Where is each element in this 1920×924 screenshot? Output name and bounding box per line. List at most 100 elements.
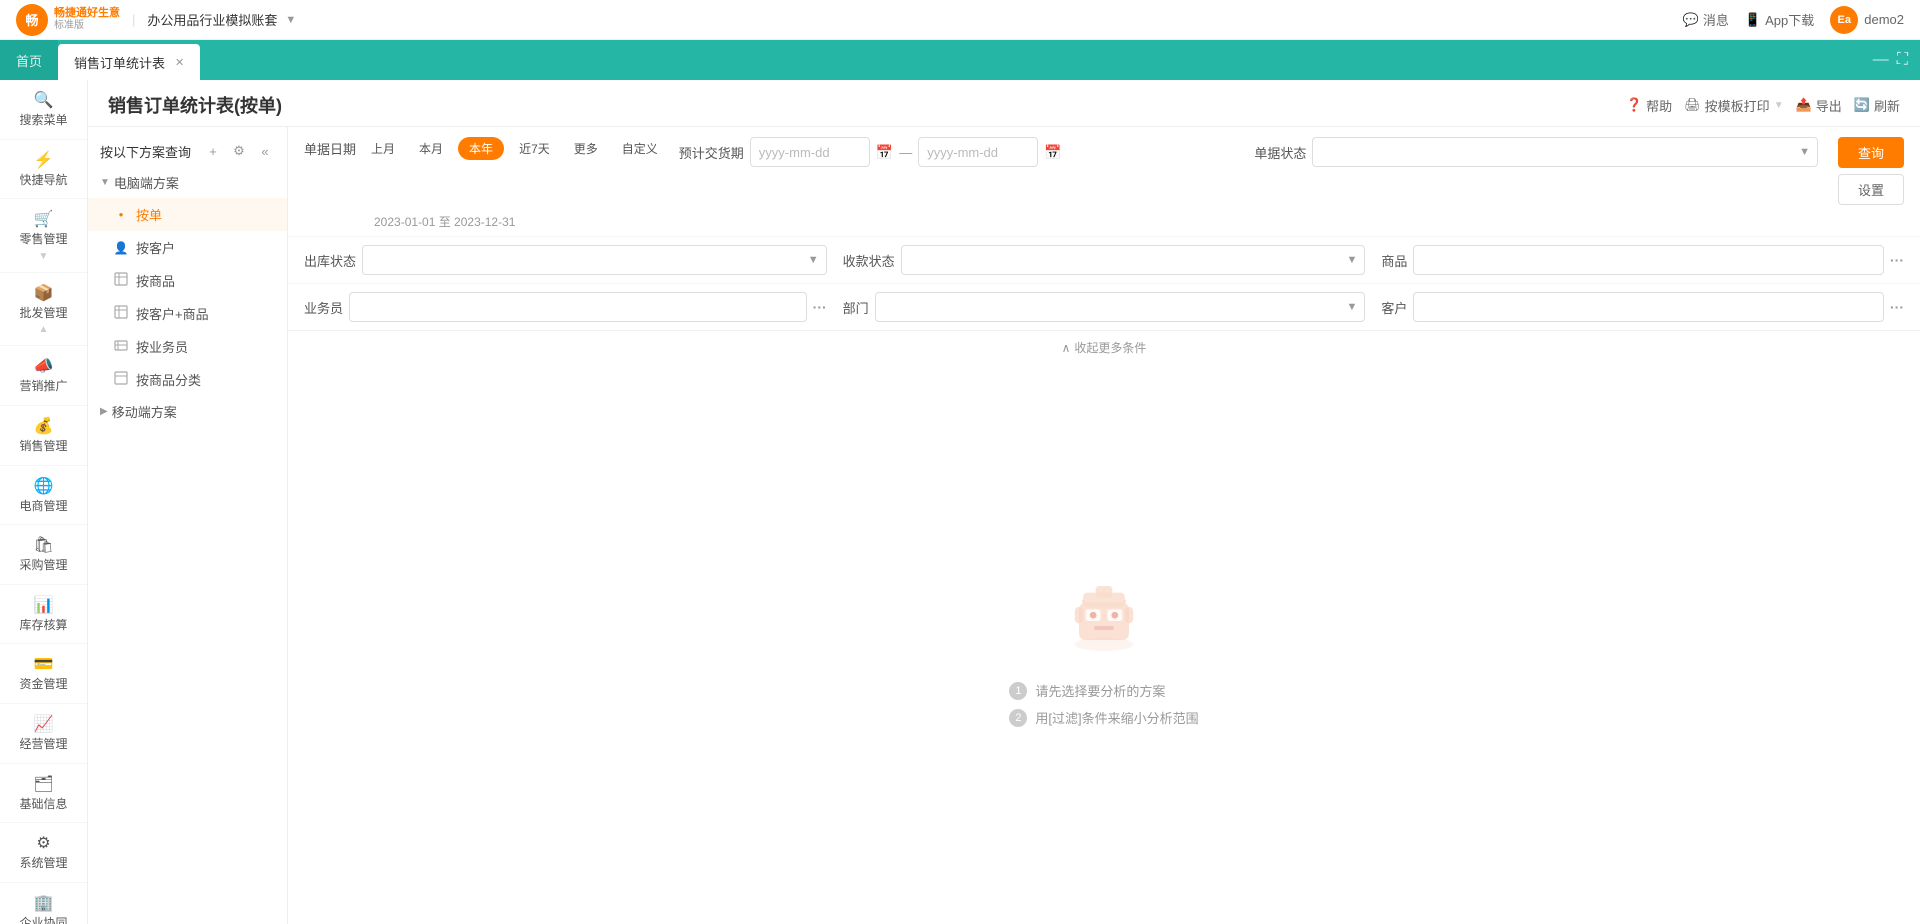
date-range-display: 2023-01-01 至 2023-12-31 <box>374 215 515 229</box>
scheme-add-btn[interactable]: + <box>203 141 223 161</box>
by-order-icon: ● <box>112 210 130 219</box>
wholesale-arrow-icon: ▲ <box>39 324 49 335</box>
sidebar-item-operations[interactable]: 📈 经营管理 <box>0 704 87 764</box>
tab-home[interactable]: 首页 <box>0 40 58 80</box>
by-category-icon <box>112 371 130 388</box>
this-year-btn[interactable]: 本年 <box>458 137 504 160</box>
calendar-icon-end[interactable]: 📅 <box>1044 144 1061 161</box>
last-month-btn[interactable]: 上月 <box>362 137 404 160</box>
print-btn[interactable]: 🖨 按模板打印 ▼ <box>1684 96 1783 115</box>
last7-btn[interactable]: 近7天 <box>510 137 559 160</box>
sidebar-item-basic[interactable]: 🗂 基础信息 <box>0 764 87 824</box>
settings-btn[interactable]: 设置 <box>1838 174 1904 205</box>
scheme-group-header-mobile[interactable]: ▶ 移动端方案 <box>88 396 287 427</box>
bill-status-label: 单据状态 <box>1254 143 1306 162</box>
topbar-dropdown-icon[interactable]: ▼ <box>285 14 296 26</box>
customer-input[interactable] <box>1413 292 1884 322</box>
sidebar-item-retail[interactable]: 🛒 零售管理 ▼ <box>0 199 87 273</box>
product-more-icon[interactable]: ··· <box>1890 252 1904 268</box>
message-icon: 💬 <box>1683 12 1699 28</box>
message-btn[interactable]: 💬 消息 <box>1683 10 1729 29</box>
help-icon: ❓ <box>1626 97 1642 113</box>
sidebar-quicknav-label: 快捷导航 <box>19 173 67 189</box>
export-icon: 📤 <box>1796 97 1812 113</box>
scheme-item-by-category[interactable]: 按商品分类 <box>88 363 287 396</box>
scheme-group-header-pc[interactable]: ▼ 电脑端方案 <box>88 167 287 198</box>
tip-num-2: 2 <box>1009 709 1027 727</box>
app-download-btn[interactable]: 📱 App下载 <box>1745 10 1814 29</box>
sidebar-item-quicknav[interactable]: ⚡ 快捷导航 <box>0 140 87 200</box>
logo-area: 畅 畅捷通好生意 标准版 <box>16 4 120 36</box>
scheme-item-by-customer[interactable]: 👤 按客户 <box>88 231 287 264</box>
basic-icon: 🗂 <box>33 774 53 794</box>
maximize-icon[interactable]: ⛶ <box>1897 51 1908 69</box>
custom-date-btn[interactable]: 自定义 <box>613 137 667 160</box>
sidebar-item-purchase[interactable]: 🛍 采购管理 <box>0 525 87 585</box>
this-month-btn[interactable]: 本月 <box>410 137 452 160</box>
retail-icon: 🛒 <box>34 209 54 229</box>
expected-date-label: 预计交货期 <box>679 143 744 162</box>
calendar-icon-start[interactable]: 📅 <box>876 144 893 161</box>
help-btn[interactable]: ❓ 帮助 <box>1626 96 1672 115</box>
by-product-icon <box>112 272 130 289</box>
sidebar-item-finance[interactable]: 💳 资金管理 <box>0 644 87 704</box>
customer-more-icon[interactable]: ··· <box>1890 299 1904 315</box>
department-select[interactable] <box>875 292 1366 322</box>
operations-icon: 📈 <box>34 714 54 734</box>
logo-text: 畅捷通好生意 标准版 <box>54 7 120 32</box>
product-label: 商品 <box>1381 251 1407 270</box>
avatar: Ea <box>1830 6 1858 34</box>
sales-icon: 💰 <box>34 416 54 436</box>
query-btn[interactable]: 查询 <box>1838 137 1904 168</box>
tabbar-right: — ⛶ <box>1873 51 1920 69</box>
scheme-item-by-salesperson[interactable]: 按业务员 <box>88 330 287 363</box>
scheme-settings-btn[interactable]: ⚙ <box>229 141 249 161</box>
empty-tip-2: 2 用[过滤]条件来缩小分析范围 <box>1009 708 1198 727</box>
expected-date-start-input[interactable] <box>750 137 870 167</box>
sidebar-item-wholesale[interactable]: 📦 批发管理 ▲ <box>0 273 87 347</box>
tip-num-1: 1 <box>1009 682 1027 700</box>
by-salesperson-icon <box>112 338 130 355</box>
sidebar-ecom-label: 电商管理 <box>19 499 67 515</box>
sidebar-item-system[interactable]: ⚙ 系统管理 <box>0 823 87 883</box>
main-panel: 单据日期 上月 本月 本年 近7天 更多 自定义 <box>288 127 1920 924</box>
salesperson-more-icon[interactable]: ··· <box>813 299 827 315</box>
scheme-panel-title: 按以下方案查询 <box>100 142 197 161</box>
sidebar-item-search[interactable]: 🔍 搜索菜单 <box>0 80 87 140</box>
sidebar-item-ecom[interactable]: 🌐 电商管理 <box>0 466 87 526</box>
scheme-collapse-btn[interactable]: « <box>255 141 275 161</box>
more-date-btn[interactable]: 更多 <box>565 137 607 160</box>
scheme-item-by-customer-product[interactable]: 按客户+商品 <box>88 297 287 330</box>
minimize-icon[interactable]: — <box>1873 51 1889 69</box>
sidebar-item-sales[interactable]: 💰 销售管理 <box>0 406 87 466</box>
user-area[interactable]: Ea demo2 <box>1830 6 1904 34</box>
scheme-item-by-product[interactable]: 按商品 <box>88 264 287 297</box>
bill-status-select[interactable] <box>1312 137 1818 167</box>
sidebar-item-marketing[interactable]: 📣 营销推广 <box>0 346 87 406</box>
expected-date-end-input[interactable] <box>918 137 1038 167</box>
sidebar-item-inventory[interactable]: 📊 库存核算 <box>0 585 87 645</box>
payment-status-select[interactable] <box>901 245 1366 275</box>
sidebar-search-label: 搜索菜单 <box>19 113 67 129</box>
page-actions: ❓ 帮助 🖨 按模板打印 ▼ 📤 导出 🔄 刷新 <box>1626 96 1900 115</box>
tab-close-icon[interactable]: ✕ <box>175 56 184 69</box>
product-input[interactable] <box>1413 245 1884 275</box>
filter-section: 单据日期 上月 本月 本年 近7天 更多 自定义 <box>288 127 1920 364</box>
scheme-item-by-order[interactable]: ● 按单 <box>88 198 287 231</box>
collapse-bar[interactable]: ∧ 收起更多条件 <box>288 330 1920 364</box>
sidebar-wholesale-label: 批发管理 <box>19 306 67 322</box>
customer-label: 客户 <box>1381 298 1407 317</box>
sidebar-purchase-label: 采购管理 <box>19 558 67 574</box>
sidebar-retail-label: 零售管理 <box>19 232 67 248</box>
collapse-chevron-icon: ∧ <box>1062 341 1071 355</box>
date-btn-group: 上月 本月 本年 近7天 更多 自定义 <box>362 137 667 160</box>
sidebar-item-enterprise[interactable]: 🏢 企业协同 <box>0 883 87 924</box>
by-customer-product-icon <box>112 305 130 322</box>
scheme-panel: 按以下方案查询 + ⚙ « ▼ 电脑端方案 ● 按单 <box>88 127 288 924</box>
export-btn[interactable]: 📤 导出 <box>1796 96 1842 115</box>
refresh-btn[interactable]: 🔄 刷新 <box>1854 96 1900 115</box>
salesperson-input[interactable] <box>349 292 807 322</box>
tab-sales-order-stat[interactable]: 销售订单统计表 ✕ <box>58 44 200 80</box>
sidebar-basic-label: 基础信息 <box>19 797 67 813</box>
delivery-status-select[interactable] <box>362 245 827 275</box>
